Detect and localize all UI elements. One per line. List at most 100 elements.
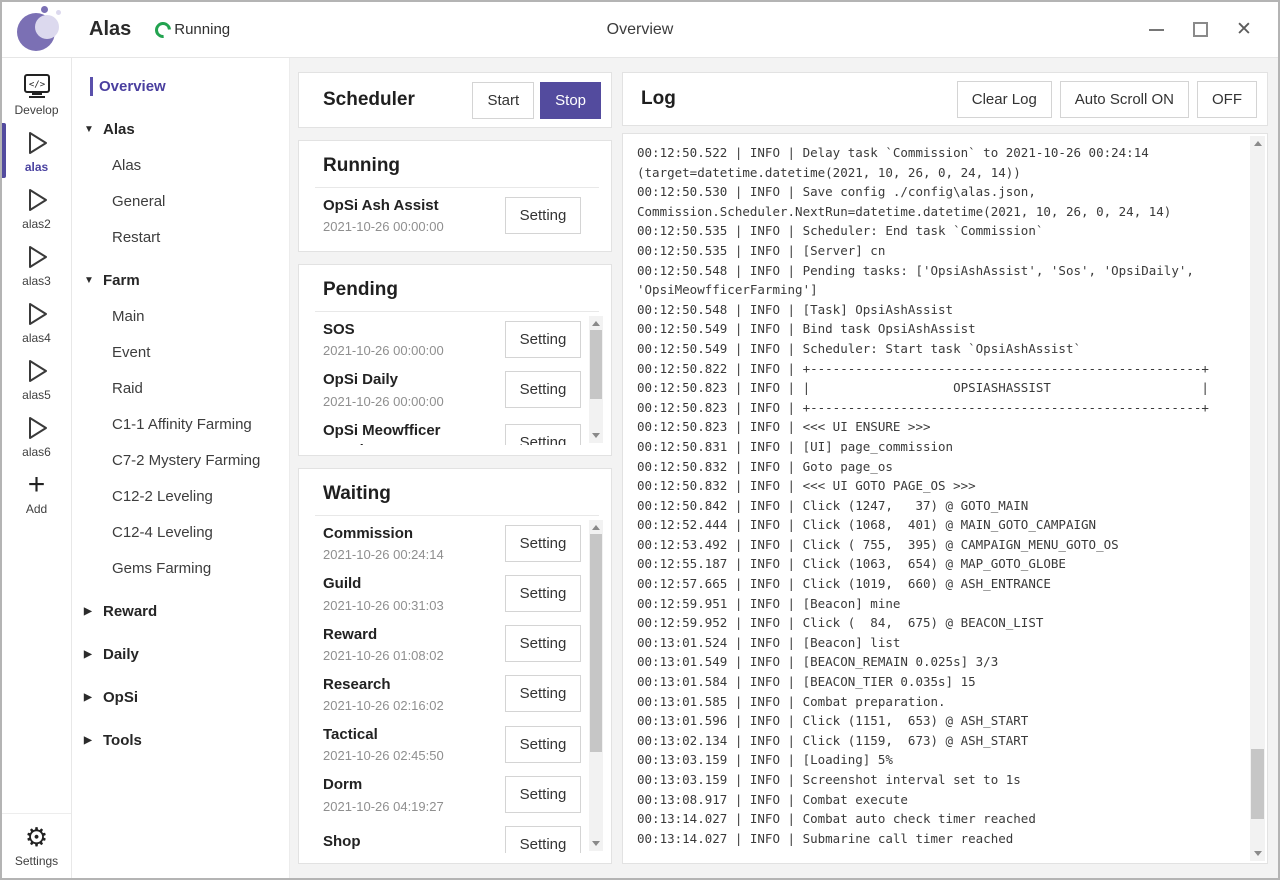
nav-item-raid[interactable]: Raid <box>72 380 289 397</box>
nav-group-label: Daily <box>103 646 139 663</box>
setting-button[interactable]: Setting <box>505 321 581 358</box>
nav-item-event[interactable]: Event <box>72 344 289 361</box>
chevron-right-icon: ▶ <box>84 606 94 617</box>
stop-button[interactable]: Stop <box>540 82 601 119</box>
setting-button[interactable]: Setting <box>505 675 581 712</box>
rail-item-label: alas5 <box>22 388 51 402</box>
rail-item-alas6[interactable]: alas6 <box>2 408 71 463</box>
rail-item-alas5[interactable]: alas5 <box>2 351 71 406</box>
task-row: Dorm 2021-10-26 04:19:27 Setting <box>315 769 581 819</box>
scroll-up-icon[interactable] <box>589 316 603 330</box>
task-info: Dorm 2021-10-26 04:19:27 <box>323 775 505 813</box>
scrollbar-thumb[interactable] <box>590 330 602 399</box>
nav-item-c1-1-affinity-farming[interactable]: C1-1 Affinity Farming <box>72 416 289 433</box>
task-next-run-time: 2021-10-26 00:24:14 <box>323 547 499 562</box>
setting-button[interactable]: Setting <box>505 424 581 445</box>
log-scrollbar[interactable] <box>1250 136 1265 861</box>
running-panel: Running OpSi Ash Assist 2021-10-26 00:00… <box>298 140 612 252</box>
nav-group-farm[interactable]: ▼ Farm <box>72 272 289 289</box>
log-column: Log Clear Log Auto Scroll ON OFF 00:12:5… <box>622 72 1268 864</box>
setting-button[interactable]: Setting <box>505 726 581 763</box>
nav-item-restart[interactable]: Restart <box>72 229 289 246</box>
task-row: Research 2021-10-26 02:16:02 Setting <box>315 669 581 719</box>
task-name: Tactical <box>323 725 498 745</box>
task-name: OpSi Meowfficer Farming <box>323 421 498 446</box>
setting-button[interactable]: Setting <box>505 625 581 662</box>
scrollbar-thumb[interactable] <box>590 534 602 752</box>
nav-item-c12-2-leveling[interactable]: C12-2 Leveling <box>72 488 289 505</box>
log-viewport[interactable]: 00:12:50.522 | INFO | Delay task `Commis… <box>622 133 1268 864</box>
scroll-up-icon[interactable] <box>1250 136 1265 150</box>
nav-group-alas[interactable]: ▼ Alas <box>72 121 289 138</box>
task-name: Shop <box>323 832 498 852</box>
rail-item-alas3[interactable]: alas3 <box>2 237 71 292</box>
setting-button[interactable]: Setting <box>505 575 581 612</box>
start-button[interactable]: Start <box>472 82 534 119</box>
running-title: Running <box>315 155 605 177</box>
gear-icon: ⚙ <box>22 822 52 852</box>
chevron-right-icon: ▶ <box>84 692 94 703</box>
nav-item-c12-4-leveling[interactable]: C12-4 Leveling <box>72 524 289 541</box>
nav-group-label: Alas <box>103 121 135 138</box>
nav-group-reward[interactable]: ▶ Reward <box>72 603 289 620</box>
waiting-scrollbar[interactable] <box>589 520 603 851</box>
nav-group-opsi[interactable]: ▶ OpSi <box>72 689 289 706</box>
nav-group-label: Reward <box>103 603 157 620</box>
maximize-button[interactable] <box>1186 16 1214 44</box>
rail-item-settings[interactable]: ⚙ Settings <box>2 813 71 872</box>
setting-button[interactable]: Setting <box>505 371 581 408</box>
task-info: Guild 2021-10-26 00:31:03 <box>323 574 505 612</box>
task-row: Reward 2021-10-26 01:08:02 Setting <box>315 619 581 669</box>
scrollbar-track[interactable] <box>589 534 603 837</box>
clear-log-button[interactable]: Clear Log <box>957 81 1052 118</box>
setting-button[interactable]: Setting <box>505 776 581 813</box>
nav-item-general[interactable]: General <box>72 193 289 210</box>
scroll-down-icon[interactable] <box>1250 847 1265 861</box>
task-next-run-time: 2021-10-26 02:45:50 <box>323 748 499 763</box>
play-icon <box>22 356 52 386</box>
setting-button[interactable]: Setting <box>505 197 581 234</box>
nav-item-alas[interactable]: Alas <box>72 157 289 174</box>
task-name: OpSi Ash Assist <box>323 196 498 216</box>
close-button[interactable]: ✕ <box>1230 16 1258 44</box>
nav-group-label: Tools <box>103 732 142 749</box>
chevron-down-icon: ▼ <box>84 275 94 286</box>
scrollbar-track[interactable] <box>1250 150 1265 847</box>
running-spinner-icon <box>152 18 175 41</box>
pending-scrollbar[interactable] <box>589 316 603 443</box>
task-info: Reward 2021-10-26 01:08:02 <box>323 625 505 663</box>
scheduler-panel: Scheduler Start Stop <box>298 72 612 128</box>
log-text: 00:12:50.522 | INFO | Delay task `Commis… <box>637 143 1235 848</box>
scheduler-title: Scheduler <box>323 89 466 111</box>
scroll-down-icon[interactable] <box>589 429 603 443</box>
nav-item-gems-farming[interactable]: Gems Farming <box>72 560 289 577</box>
divider <box>315 515 599 516</box>
minimize-button[interactable] <box>1142 16 1170 44</box>
rail-item-add[interactable]: + Add <box>2 465 71 520</box>
setting-button[interactable]: Setting <box>505 826 581 854</box>
scroll-down-icon[interactable] <box>589 837 603 851</box>
rail-item-develop[interactable]: </> Develop <box>2 66 71 121</box>
divider <box>315 187 599 188</box>
auto-scroll-off-button[interactable]: OFF <box>1197 81 1257 118</box>
nav-item-main[interactable]: Main <box>72 308 289 325</box>
setting-button[interactable]: Setting <box>505 525 581 562</box>
rail-item-alas[interactable]: alas <box>2 123 71 178</box>
scroll-up-icon[interactable] <box>589 520 603 534</box>
nav-item-c7-2-mystery-farming[interactable]: C7-2 Mystery Farming <box>72 452 289 469</box>
app-window: Alas Running Overview ✕ </> Develop alas <box>0 0 1280 880</box>
task-row: SOS 2021-10-26 00:00:00 Setting <box>315 314 581 364</box>
scrollbar-thumb[interactable] <box>1251 749 1264 819</box>
chevron-down-icon: ▼ <box>84 124 94 135</box>
scrollbar-track[interactable] <box>589 330 603 429</box>
rail-item-alas2[interactable]: alas2 <box>2 180 71 235</box>
titlebar: Alas Running Overview ✕ <box>2 2 1278 58</box>
nav-group-tools[interactable]: ▶ Tools <box>72 732 289 749</box>
task-name: SOS <box>323 320 498 340</box>
auto-scroll-on-button[interactable]: Auto Scroll ON <box>1060 81 1189 118</box>
nav-group-daily[interactable]: ▶ Daily <box>72 646 289 663</box>
rail-item-alas4[interactable]: alas4 <box>2 294 71 349</box>
chevron-right-icon: ▶ <box>84 649 94 660</box>
nav-item-overview[interactable]: Overview <box>72 78 289 95</box>
main-content: Scheduler Start Stop Running OpSi Ash As… <box>290 58 1278 878</box>
